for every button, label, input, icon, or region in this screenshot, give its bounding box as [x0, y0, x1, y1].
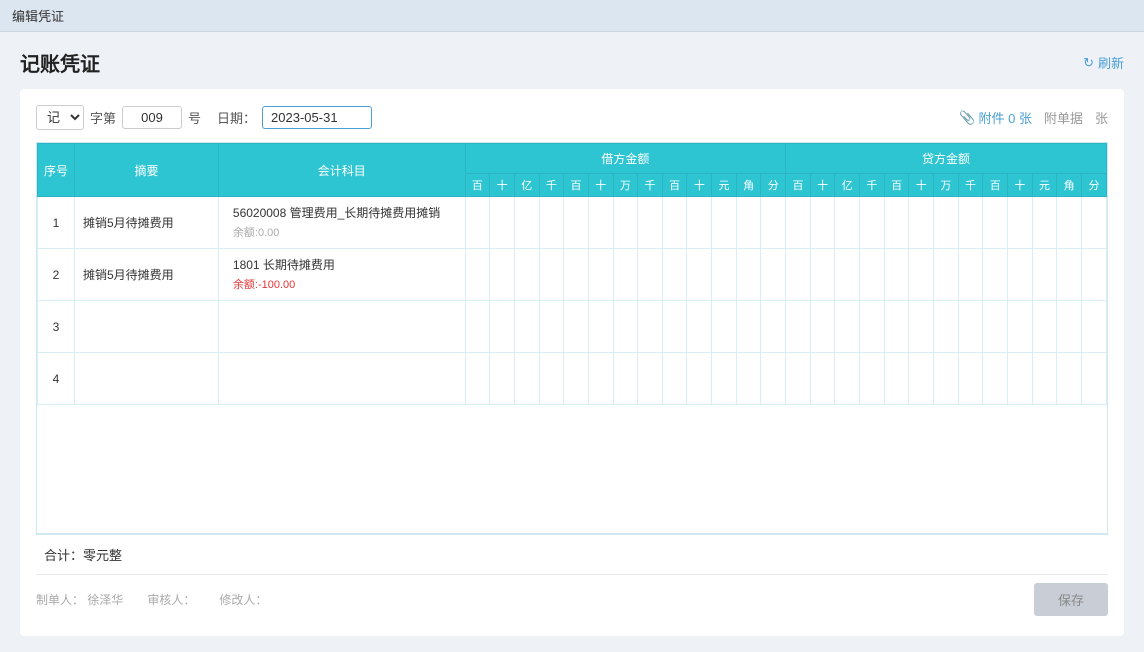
- debit-digit-9: 百: [662, 174, 687, 197]
- row2-seq: 2: [38, 249, 75, 301]
- table-row: 2 摊销5月待摊费用 1801 长期待摊费用 余额:-100.00: [38, 249, 1107, 301]
- voucher-type-group: 记 字第 号: [36, 105, 201, 130]
- summary-label: 合计：零元整: [44, 548, 122, 563]
- date-group: 日期：: [217, 106, 372, 129]
- voucher-type-select[interactable]: 记: [36, 105, 84, 130]
- form-row: 记 字第 号 日期： 📎 附件 0 张 附单据 张: [36, 105, 1108, 130]
- credit-digit-5: 百: [884, 174, 909, 197]
- zi-label: 字第: [90, 108, 116, 127]
- voucher-table: 序号 摘要 会计科目 借方金额 贷方金额 百 十 亿 千 百 十: [37, 143, 1107, 405]
- save-button[interactable]: 保存: [1034, 583, 1108, 616]
- th-debit: 借方金额: [465, 144, 786, 174]
- window-title: 编辑凭证: [12, 9, 64, 24]
- summary-row: 合计：零元整: [36, 534, 1108, 574]
- credit-digit-7: 万: [934, 174, 959, 197]
- attach-dan-label: 附单据: [1044, 108, 1083, 127]
- refresh-icon: ↻: [1083, 55, 1094, 71]
- title-bar: 编辑凭证: [0, 0, 1144, 32]
- credit-digit-6: 十: [909, 174, 934, 197]
- th-summary: 摘要: [75, 144, 219, 197]
- reviewer-field: 审核人：: [147, 591, 195, 608]
- window: 编辑凭证 记账凭证 ↻ 刷新 记 字第 号 日期：: [0, 0, 1144, 652]
- voucher-card: 记 字第 号 日期： 📎 附件 0 张 附单据 张: [20, 89, 1124, 636]
- modifier-field: 修改人：: [219, 591, 267, 608]
- row1-c1[interactable]: [786, 197, 811, 249]
- debit-digit-1: 百: [465, 174, 490, 197]
- table-row: 3: [38, 301, 1107, 353]
- table-row: 4: [38, 353, 1107, 405]
- page-header: 记账凭证 ↻ 刷新: [20, 48, 1124, 77]
- credit-digit-9: 百: [983, 174, 1008, 197]
- content-area: 记账凭证 ↻ 刷新 记 字第 号 日期：: [0, 32, 1144, 652]
- row3-seq: 3: [38, 301, 75, 353]
- table-wrapper: 序号 摘要 会计科目 借方金额 贷方金额 百 十 亿 千 百 十: [36, 142, 1108, 534]
- hao-label: 号: [188, 108, 201, 127]
- refresh-button[interactable]: ↻ 刷新: [1083, 53, 1124, 72]
- debit-digit-12: 角: [736, 174, 761, 197]
- row1-seq: 1: [38, 197, 75, 249]
- credit-digit-13: 分: [1081, 174, 1106, 197]
- credit-digit-3: 亿: [835, 174, 860, 197]
- credit-digit-10: 十: [1008, 174, 1033, 197]
- attachment-area: 📎 附件 0 张 附单据 张: [959, 108, 1108, 127]
- credit-digit-12: 角: [1057, 174, 1082, 197]
- row1-d1[interactable]: [465, 197, 490, 249]
- debit-digit-3: 亿: [514, 174, 539, 197]
- page-title: 记账凭证: [20, 48, 100, 77]
- zhang-label: 张: [1095, 108, 1108, 127]
- debit-digit-11: 元: [712, 174, 737, 197]
- paperclip-icon: 📎: [959, 110, 975, 126]
- date-label: 日期：: [217, 108, 256, 127]
- credit-digit-11: 元: [1032, 174, 1057, 197]
- row4-seq: 4: [38, 353, 75, 405]
- attachment-link[interactable]: 📎 附件 0 张: [959, 108, 1032, 127]
- debit-digit-2: 十: [490, 174, 515, 197]
- credit-digit-1: 百: [786, 174, 811, 197]
- credit-digit-8: 千: [958, 174, 983, 197]
- th-seq: 序号: [38, 144, 75, 197]
- voucher-number-input[interactable]: [122, 106, 182, 129]
- debit-digit-10: 十: [687, 174, 712, 197]
- table-row: 1 摊销5月待摊费用 56020008 管理费用_长期待摊费用摊销 余额:0.0…: [38, 197, 1107, 249]
- maker-field: 制单人： 徐泽华: [36, 591, 123, 608]
- debit-digit-5: 百: [564, 174, 589, 197]
- debit-digit-8: 千: [638, 174, 663, 197]
- credit-digit-4: 千: [860, 174, 885, 197]
- row2-summary[interactable]: 摊销5月待摊费用: [75, 249, 219, 301]
- credit-digit-2: 十: [810, 174, 835, 197]
- footer-row: 制单人： 徐泽华 审核人： 修改人： 保存: [36, 574, 1108, 620]
- row2-account[interactable]: 1801 长期待摊费用 余额:-100.00: [218, 249, 465, 301]
- row1-account[interactable]: 56020008 管理费用_长期待摊费用摊销 余额:0.00: [218, 197, 465, 249]
- th-credit: 贷方金额: [786, 144, 1107, 174]
- row1-summary[interactable]: 摊销5月待摊费用: [75, 197, 219, 249]
- debit-digit-4: 千: [539, 174, 564, 197]
- debit-digit-6: 十: [588, 174, 613, 197]
- debit-digit-7: 万: [613, 174, 638, 197]
- th-account: 会计科目: [218, 144, 465, 197]
- debit-digit-13: 分: [761, 174, 786, 197]
- date-input[interactable]: [262, 106, 372, 129]
